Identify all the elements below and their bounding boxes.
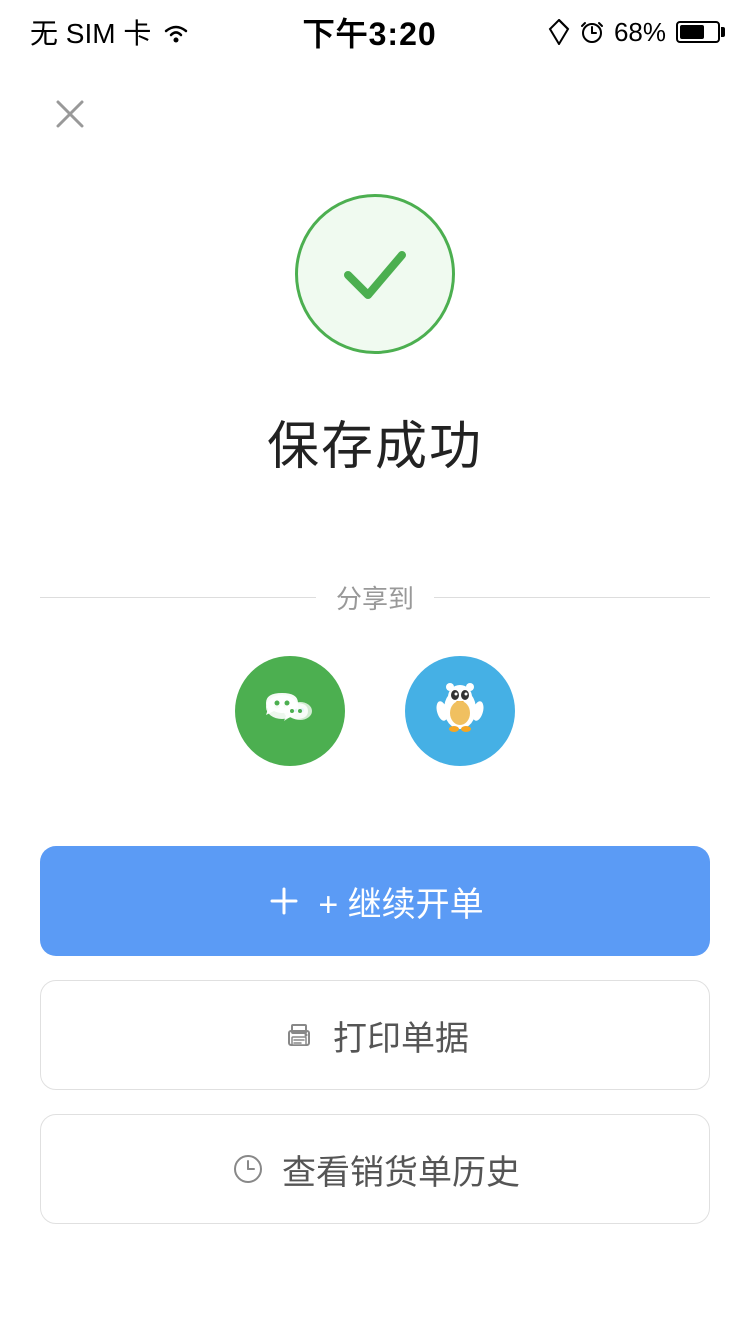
continue-button[interactable]: + 继续开单: [40, 846, 710, 956]
alarm-icon: [580, 19, 604, 45]
history-label: 查看销货单历史: [282, 1145, 520, 1194]
print-label: 打印单据: [333, 1011, 469, 1060]
battery-fill: [680, 25, 704, 39]
status-left: 无 SIM 卡: [30, 12, 191, 52]
qq-share-button[interactable]: [405, 656, 515, 766]
battery-icon: [676, 21, 720, 43]
share-icons: [40, 656, 710, 766]
wechat-share-button[interactable]: [235, 656, 345, 766]
sim-label: 无 SIM 卡: [30, 12, 151, 52]
location-icon: [548, 19, 570, 45]
status-right: 68%: [548, 17, 720, 48]
success-title: 保存成功: [267, 404, 483, 479]
print-icon: [281, 1017, 317, 1053]
action-buttons: + 继续开单 打印单据 查看销货单历史: [40, 846, 710, 1224]
success-circle: [295, 194, 455, 354]
divider-line-right: [434, 597, 710, 598]
main-content: 保存成功 分享到: [0, 64, 750, 1224]
history-icon: [230, 1151, 266, 1187]
share-label: 分享到: [336, 579, 414, 616]
share-divider: 分享到: [40, 579, 710, 616]
plus-icon: [266, 883, 302, 919]
success-area: 保存成功: [40, 174, 710, 529]
status-time: 下午3:20: [303, 9, 437, 55]
wifi-icon: [161, 21, 191, 43]
print-button[interactable]: 打印单据: [40, 980, 710, 1090]
battery-percent: 68%: [614, 17, 666, 48]
close-button[interactable]: [40, 84, 100, 144]
history-button[interactable]: 查看销货单历史: [40, 1114, 710, 1224]
divider-line-left: [40, 597, 316, 598]
continue-label: + 继续开单: [318, 877, 483, 926]
status-bar: 无 SIM 卡 下午3:20 68%: [0, 0, 750, 64]
